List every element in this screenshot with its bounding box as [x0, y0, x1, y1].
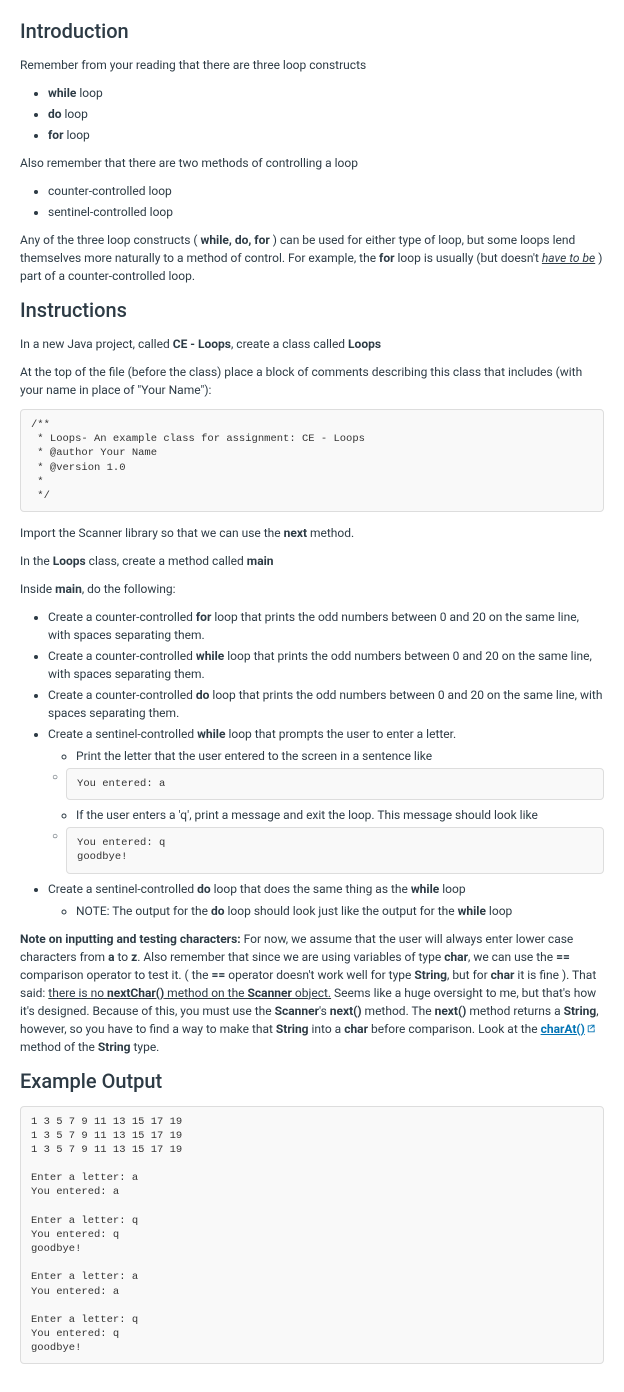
code-block-output: You entered: q goodbye! — [66, 827, 604, 873]
bullet-icon: ○ — [48, 768, 58, 788]
intro-paragraph-2: Also remember that there are two methods… — [20, 154, 604, 172]
bullet-icon: ○ — [48, 827, 58, 847]
list-item: sentinel-controlled loop — [48, 203, 604, 221]
charat-link[interactable]: charAt() — [541, 1022, 585, 1036]
instr-paragraph-1: In a new Java project, called CE - Loops… — [20, 335, 604, 353]
control-methods-list: counter-controlled loop sentinel-control… — [20, 182, 604, 221]
instructions-heading: Instructions — [20, 295, 604, 325]
list-item: while loop — [48, 84, 604, 102]
nested-code-row: ○ You entered: q goodbye! — [48, 827, 604, 873]
loop-constructs-list: while loop do loop for loop — [20, 84, 604, 144]
code-block-comment: /** * Loops- An example class for assign… — [20, 409, 604, 512]
list-item: Create a sentinel-controlled do loop tha… — [48, 880, 604, 920]
example-output-heading: Example Output — [20, 1066, 604, 1096]
list-item: Create a counter-controlled do loop that… — [48, 686, 604, 722]
list-item: Create a counter-controlled for loop tha… — [48, 608, 604, 644]
instr-paragraph-2: At the top of the file (before the class… — [20, 363, 604, 399]
nested-code-row: ○ You entered: a — [48, 768, 604, 800]
list-item: Create a counter-controlled while loop t… — [48, 647, 604, 683]
list-item: do loop — [48, 105, 604, 123]
code-block-output: You entered: a — [66, 768, 604, 800]
intro-paragraph-3: Any of the three loop constructs ( while… — [20, 231, 604, 285]
list-item: If the user enters a 'q', print a messag… — [76, 806, 604, 824]
list-item: NOTE: The output for the do loop should … — [76, 902, 604, 920]
list-item: for loop — [48, 126, 604, 144]
external-link-icon — [587, 1024, 596, 1033]
tasks-list: Create a counter-controlled for loop tha… — [20, 608, 604, 920]
intro-paragraph-1: Remember from your reading that there ar… — [20, 56, 604, 74]
list-item: Print the letter that the user entered t… — [76, 747, 604, 765]
instr-paragraph-5: Inside main, do the following: — [20, 580, 604, 598]
list-item: Create a sentinel-controlled while loop … — [48, 725, 604, 874]
instr-paragraph-3: Import the Scanner library so that we ca… — [20, 524, 604, 542]
introduction-heading: Introduction — [20, 16, 604, 46]
code-block-example-output: 1 3 5 7 9 11 13 15 17 19 1 3 5 7 9 11 13… — [20, 1106, 604, 1365]
list-item: counter-controlled loop — [48, 182, 604, 200]
char-note-paragraph: Note on inputting and testing characters… — [20, 930, 604, 1056]
instr-paragraph-4: In the Loops class, create a method call… — [20, 552, 604, 570]
